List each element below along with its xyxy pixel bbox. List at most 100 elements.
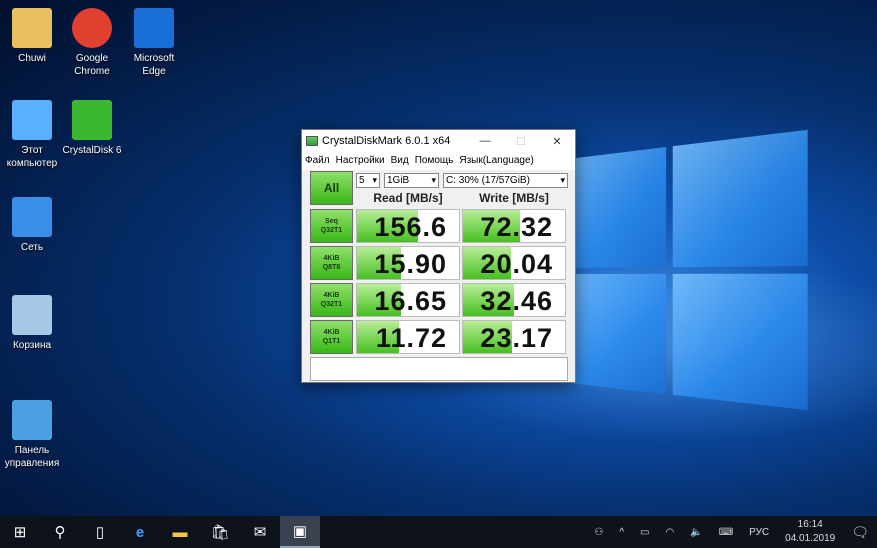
desktop-icon-label: Этот компьютер [6, 145, 58, 169]
count-select[interactable]: 5 ▾ [356, 173, 380, 188]
windows-logo-wallpaper [560, 128, 819, 421]
read-value: 16.65 [374, 286, 447, 316]
time: 16:14 [797, 519, 823, 530]
chevron-down-icon: ▾ [431, 175, 436, 185]
desktop-icon[interactable]: Сеть [0, 197, 64, 254]
read-value: 11.72 [375, 323, 447, 353]
menu-file[interactable]: Файл [305, 155, 330, 166]
test-label: 4KiB [323, 255, 340, 262]
control-panel-icon [12, 400, 52, 440]
read-result: 11.72 [356, 320, 460, 354]
desktop-icon[interactable]: Chuwi [0, 8, 64, 65]
read-result: 156.6 [356, 209, 460, 243]
write-value: 72.32 [480, 212, 553, 242]
test-button[interactable]: 4KiB Q32T1 [310, 283, 353, 317]
crystaldisk-icon [72, 100, 112, 140]
all-button[interactable]: All [310, 171, 353, 205]
store-icon[interactable]: 🛍 [200, 516, 240, 548]
close-button[interactable]: ✕ [539, 135, 575, 148]
desktop-icon[interactable]: Microsoft Edge [122, 8, 186, 78]
desktop-icon[interactable]: Этот компьютер [0, 100, 64, 170]
read-value: 156.6 [374, 212, 447, 242]
battery-icon[interactable]: ▭ [640, 527, 649, 538]
write-value: 32.46 [480, 286, 553, 316]
minimize-button[interactable]: — [467, 135, 503, 147]
size-value: 1GiB [387, 175, 410, 186]
write-value: 20.04 [480, 249, 553, 279]
volume-icon[interactable]: 🔈 [690, 527, 702, 538]
window-title: CrystalDiskMark 6.0.1 x64 [322, 135, 451, 147]
keyboard-icon[interactable]: ⌨ [719, 527, 733, 538]
write-result: 23.17 [462, 320, 566, 354]
desktop-icon-label: CrystalDisk 6 [62, 145, 122, 156]
read-result: 15.90 [356, 246, 460, 280]
desktop-icon-label: Корзина [12, 340, 52, 351]
edge-icon [134, 8, 174, 48]
menu-view[interactable]: Вид [391, 155, 409, 166]
task-view-button[interactable]: ▯ [80, 516, 120, 548]
desktop-icon-label: Microsoft Edge [133, 53, 175, 77]
network-icon [12, 197, 52, 237]
write-result: 32.46 [462, 283, 566, 317]
desktop-icon[interactable]: Google Chrome [60, 8, 124, 78]
clock[interactable]: 16:14 04.01.2019 [785, 518, 835, 546]
wifi-icon[interactable]: ◠ [666, 527, 675, 538]
test-label: Q8T8 [322, 264, 341, 271]
language-indicator[interactable]: РУС [749, 527, 769, 538]
status-bar [310, 357, 568, 381]
search-button[interactable]: ⚲ [40, 516, 80, 548]
test-label: Q32T1 [320, 301, 343, 308]
test-button[interactable]: Seq Q32T1 [310, 209, 353, 243]
write-header: Write [MB/s] [479, 191, 549, 205]
recycle-bin-icon [12, 295, 52, 335]
chevron-down-icon: ▾ [560, 175, 565, 185]
crystaldiskmark-window: CrystalDiskMark 6.0.1 x64 — ☐ ✕ Файл Нас… [301, 129, 576, 383]
test-label: Q32T1 [320, 227, 343, 234]
desktop-icon-label: Сеть [20, 242, 44, 253]
drive-value: C: 30% (17/57GiB) [446, 175, 530, 186]
chrome-icon [72, 8, 112, 48]
desktop-icon-label: Google Chrome [74, 53, 110, 77]
test-button[interactable]: 4KiB Q1T1 [310, 320, 353, 354]
chevron-down-icon: ▾ [372, 175, 377, 185]
chevron-up-icon[interactable]: ^ [619, 527, 624, 538]
date: 04.01.2019 [785, 533, 836, 544]
write-result: 20.04 [462, 246, 566, 280]
count-value: 5 [359, 175, 365, 186]
test-label: 4KiB [323, 329, 340, 336]
maximize-button[interactable]: ☐ [503, 135, 539, 148]
desktop-icon[interactable]: Панель управления [0, 400, 64, 470]
test-label: 4KiB [323, 292, 340, 299]
drive-select[interactable]: C: 30% (17/57GiB) ▾ [443, 173, 568, 188]
read-value: 15.90 [374, 249, 447, 279]
menu-help[interactable]: Помощь [415, 155, 454, 166]
menu-settings[interactable]: Настройки [336, 155, 385, 166]
size-select[interactable]: 1GiB ▾ [384, 173, 439, 188]
test-label: Q1T1 [322, 338, 341, 345]
edge-taskbar-icon[interactable]: e [120, 516, 160, 548]
desktop-icon[interactable]: Корзина [0, 295, 64, 352]
app-icon [306, 136, 318, 146]
desktop-icon[interactable]: CrystalDisk 6 [60, 100, 124, 157]
title-bar: CrystalDiskMark 6.0.1 x64 — ☐ ✕ [302, 130, 575, 152]
write-result: 72.32 [462, 209, 566, 243]
write-value: 23.17 [480, 323, 553, 353]
desktop-icon-label: Chuwi [18, 53, 46, 64]
test-button[interactable]: 4KiB Q8T8 [310, 246, 353, 280]
menu-language[interactable]: Язык(Language) [459, 155, 534, 166]
people-icon[interactable]: ⚇ [594, 527, 603, 538]
read-result: 16.65 [356, 283, 460, 317]
user-folder-icon [12, 8, 52, 48]
crystaldiskmark-taskbar-icon[interactable]: ▣ [280, 516, 320, 548]
read-header: Read [MB/s] [373, 191, 443, 205]
test-label: Seq [325, 218, 338, 225]
menu-bar: Файл Настройки Вид Помощь Язык(Language) [302, 152, 575, 169]
mail-icon[interactable]: ✉ [240, 516, 280, 548]
desktop-icon-label: Панель управления [4, 445, 60, 469]
start-button[interactable]: ⊞ [0, 516, 40, 548]
file-explorer-icon[interactable]: ▬ [160, 516, 200, 548]
system-tray: ⚇ ^ ▭ ◠ 🔈 ⌨ РУС 16:14 04.01.2019 🗨 [586, 516, 877, 548]
taskbar: ⊞ ⚲ ▯ e ▬ 🛍 ✉ ▣ ⚇ ^ ▭ ◠ 🔈 ⌨ РУС 16:14 04.… [0, 516, 877, 548]
computer-icon [12, 100, 52, 140]
notifications-icon[interactable]: 🗨 [851, 524, 869, 541]
